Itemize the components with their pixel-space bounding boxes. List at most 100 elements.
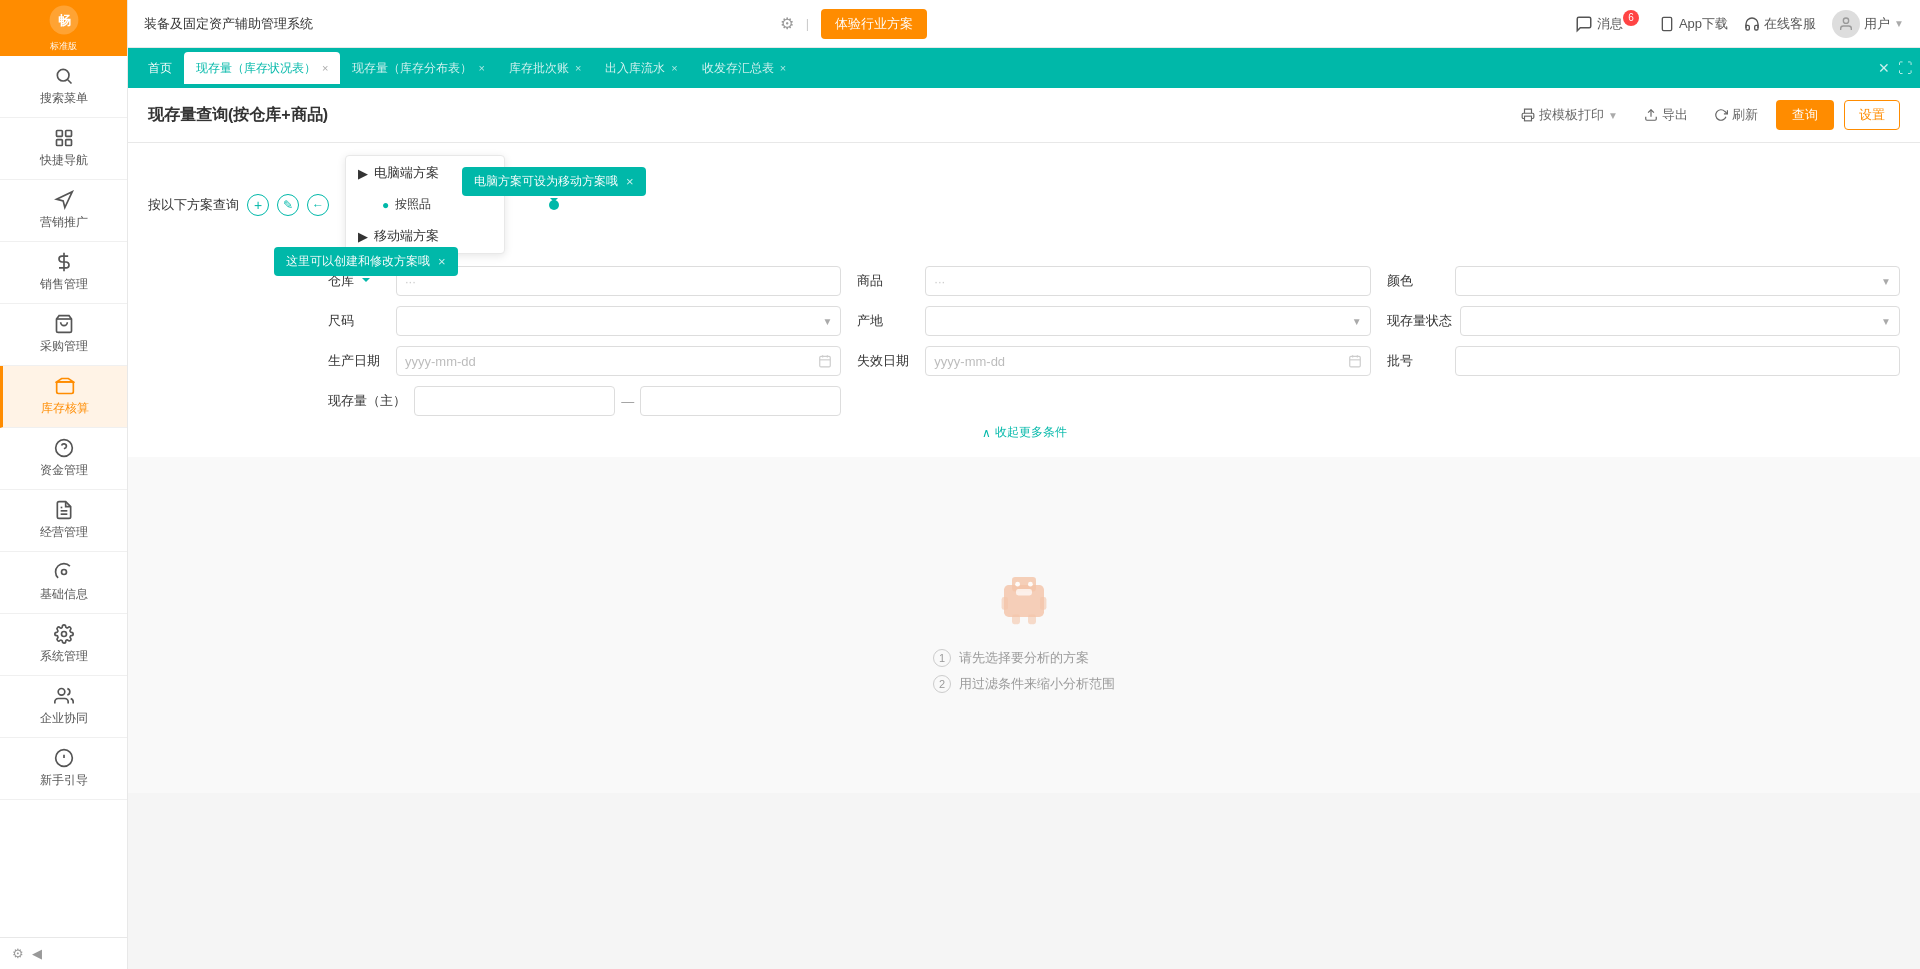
headset-icon [1744, 16, 1760, 32]
settings-btn[interactable]: 设置 [1844, 100, 1900, 130]
sidebar-item-finance[interactable]: 资金管理 [0, 428, 127, 490]
warehouse-select[interactable]: ··· [396, 266, 841, 296]
size-dropdown-icon: ▼ [822, 316, 832, 327]
calendar-icon-1 [818, 354, 832, 368]
top-header: 装备及固定资产辅助管理系统 ⚙ | 体验行业方案 消息 6 App下载 在线客服 [128, 0, 1920, 48]
batch-input[interactable] [1455, 346, 1900, 376]
tab-close-1[interactable]: × [478, 62, 484, 74]
svg-point-16 [61, 632, 66, 637]
empty-tip-2: 2 用过滤条件来缩小分析范围 [933, 675, 1115, 693]
filter-field-batch: 批号 [1387, 346, 1900, 376]
stock-status-select[interactable]: ▼ [1460, 306, 1900, 336]
sidebar-item-corp[interactable]: 企业协同 [0, 676, 127, 738]
content-area: 现存量查询(按仓库+商品) 按模板打印 ▼ 导出 刷新 查询 设置 [128, 88, 1920, 969]
tooltip-wrapper-2: 这里可以创建和修改方案哦 × [274, 247, 458, 276]
tab-close-0[interactable]: × [322, 62, 328, 74]
tab-inventory-status[interactable]: 现存量（库存状况表） × [184, 52, 340, 84]
expire-date-input[interactable]: yyyy-mm-dd [925, 346, 1370, 376]
chevron-up-icon: ∧ [982, 426, 991, 440]
sidebar-item-guide[interactable]: 新手引导 [0, 738, 127, 800]
user-dropdown-icon: ▼ [1894, 18, 1904, 29]
goods-select[interactable]: ··· [925, 266, 1370, 296]
stock-range-max[interactable] [640, 386, 841, 416]
svg-rect-21 [1662, 17, 1671, 30]
svg-rect-4 [56, 131, 62, 137]
sidebar-item-search[interactable]: 搜索菜单 [0, 56, 127, 118]
filter-header: 按以下方案查询 + ✎ ← ▶ 电脑端方案 ● 按照品 [148, 155, 1900, 254]
industry-btn[interactable]: 体验行业方案 [821, 9, 927, 39]
svg-line-3 [67, 80, 71, 84]
app-download-btn[interactable]: App下载 [1659, 15, 1728, 33]
filter-field-stock-status: 现存量状态 ▼ [1387, 306, 1900, 336]
origin-select[interactable]: ▼ [925, 306, 1370, 336]
filter-edit-btn[interactable]: ✎ [277, 194, 299, 216]
inventory-icon [55, 376, 75, 396]
tab-close-all-icon[interactable]: ✕ [1878, 60, 1890, 76]
stock-range: — [414, 386, 841, 416]
filter-row-2: 尺码 ▼ 产地 ▼ 现存量状态 ▼ [328, 306, 1900, 336]
filter-back-btn[interactable]: ← [307, 194, 329, 216]
tab-close-3[interactable]: × [671, 62, 677, 74]
collapse-btn[interactable]: ∧ 收起更多条件 [148, 416, 1900, 445]
svg-text:畅: 畅 [57, 12, 70, 27]
sidebar-item-nav[interactable]: 快捷导航 [0, 118, 127, 180]
marketing-icon [54, 190, 74, 210]
tab-bar-right: ✕ ⛶ [1878, 60, 1912, 76]
sidebar-item-operation[interactable]: 经营管理 [0, 490, 127, 552]
svg-point-37 [1028, 582, 1033, 587]
color-select[interactable]: ▼ [1455, 266, 1900, 296]
size-select[interactable]: ▼ [396, 306, 841, 336]
export-btn[interactable]: 导出 [1636, 102, 1696, 128]
page-header: 现存量查询(按仓库+商品) 按模板打印 ▼ 导出 刷新 查询 设置 [128, 88, 1920, 143]
nav-icon [54, 128, 74, 148]
filter-field-goods: 商品 ··· [857, 266, 1370, 296]
logo-icon: 畅 [48, 4, 80, 36]
online-support-btn[interactable]: 在线客服 [1744, 15, 1816, 33]
filter-field-produce-date: 生产日期 yyyy-mm-dd [328, 346, 841, 376]
svg-point-2 [57, 69, 69, 81]
tab-close-4[interactable]: × [780, 62, 786, 74]
message-btn[interactable]: 消息 6 [1575, 15, 1643, 33]
tab-fullscreen-icon[interactable]: ⛶ [1898, 60, 1912, 76]
sidebar-item-marketing[interactable]: 营销推广 [0, 180, 127, 242]
filter-add-btn[interactable]: + [247, 194, 269, 216]
filter-rows: 仓库 ··· 商品 ··· 颜色 ▼ [328, 266, 1900, 416]
sidebar-collapse-icon[interactable]: ◀ [32, 946, 42, 961]
svg-rect-6 [56, 140, 62, 146]
logo-subtitle: 标准版 [50, 40, 77, 53]
tab-bar: 首页 现存量（库存状况表） × 现存量（库存分布表） × 库存批次账 × 出入库… [128, 48, 1920, 88]
tab-inventory-dist[interactable]: 现存量（库存分布表） × [340, 52, 496, 84]
operation-icon [54, 500, 74, 520]
system-icon [54, 624, 74, 644]
tooltip-2-close[interactable]: × [438, 254, 446, 269]
sidebar-item-inventory[interactable]: 库存核算 [0, 366, 127, 428]
svg-point-17 [58, 689, 65, 696]
range-separator: — [621, 394, 634, 409]
user-avatar[interactable]: 用户 ▼ [1832, 10, 1904, 38]
empty-tip-1: 1 请先选择要分析的方案 [933, 649, 1115, 667]
tab-close-2[interactable]: × [575, 62, 581, 74]
tab-home[interactable]: 首页 [136, 52, 184, 84]
sidebar-item-purchase[interactable]: 采购管理 [0, 304, 127, 366]
avatar-icon [1832, 10, 1860, 38]
sidebar-item-system[interactable]: 系统管理 [0, 614, 127, 676]
tab-inout-flow[interactable]: 出入库流水 × [593, 52, 689, 84]
sidebar-item-sales[interactable]: 销售管理 [0, 242, 127, 304]
print-icon [1521, 108, 1535, 122]
refresh-btn[interactable]: 刷新 [1706, 102, 1766, 128]
sidebar-item-basic[interactable]: 基础信息 [0, 552, 127, 614]
produce-date-input[interactable]: yyyy-mm-dd [396, 346, 841, 376]
search-icon [54, 66, 74, 86]
stock-range-min[interactable] [414, 386, 615, 416]
origin-dropdown-icon: ▼ [1352, 316, 1362, 327]
tooltip-1-close[interactable]: × [626, 174, 634, 189]
settings-icon[interactable]: ⚙ [780, 14, 794, 33]
query-btn[interactable]: 查询 [1776, 100, 1834, 130]
tab-summary[interactable]: 收发存汇总表 × [690, 52, 798, 84]
dot-icon: ● [382, 198, 389, 212]
tab-batch-account[interactable]: 库存批次账 × [497, 52, 593, 84]
export-icon [1644, 108, 1658, 122]
print-btn[interactable]: 按模板打印 ▼ [1513, 102, 1626, 128]
color-dropdown-icon: ▼ [1881, 276, 1891, 287]
settings-gear-icon[interactable]: ⚙ [12, 946, 24, 961]
